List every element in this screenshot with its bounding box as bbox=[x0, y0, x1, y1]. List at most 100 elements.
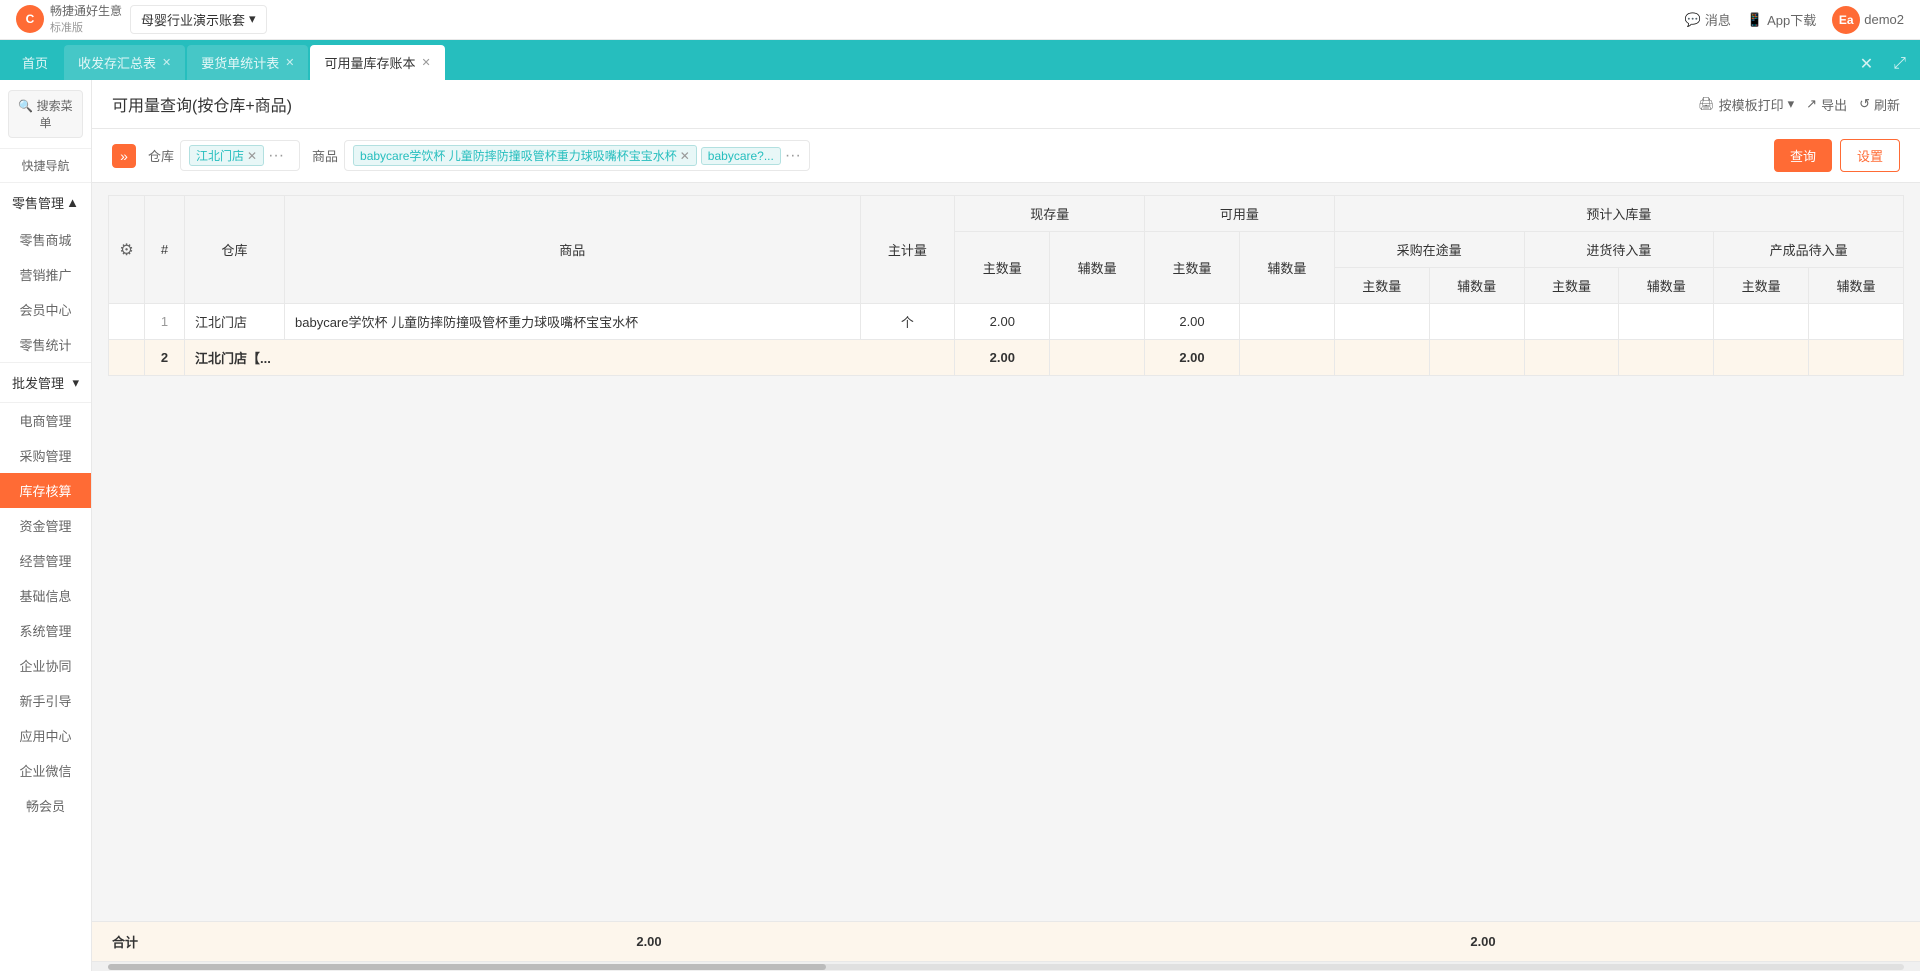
tab-yaohuodan[interactable]: 要货单统计表 ✕ bbox=[187, 45, 308, 80]
sidebar-quick-nav[interactable]: 快捷导航 bbox=[0, 149, 91, 183]
scroll-track bbox=[108, 964, 1904, 970]
sidebar-item-finance[interactable]: 资金管理 bbox=[0, 508, 91, 543]
warehouse-tag-close[interactable]: ✕ bbox=[247, 149, 257, 163]
tab-shoufacun[interactable]: 收发存汇总表 ✕ bbox=[64, 45, 185, 80]
content-area: 可用量查询(按仓库+商品) 🖨 按模板打印 ▾ ↗ 导出 ↺ 刷新 bbox=[92, 80, 1920, 971]
settings-icon[interactable]: ⚙ bbox=[119, 242, 133, 259]
product-filter-label: 商品 bbox=[312, 146, 338, 165]
sidebar-item-inventory[interactable]: 库存核算 bbox=[0, 473, 91, 508]
close-all-btn[interactable]: ✕ bbox=[1854, 52, 1879, 76]
td-stock-main-1: 2.00 bbox=[955, 304, 1050, 340]
td-fin-sub-1 bbox=[1809, 304, 1904, 340]
td-unit-1: 个 bbox=[860, 304, 955, 340]
sidebar-item-member2[interactable]: 畅会员 bbox=[0, 788, 91, 823]
footer-values: 2.00 2.00 bbox=[232, 934, 1900, 949]
app-download-btn[interactable]: 📱 App下载 bbox=[1747, 10, 1816, 29]
export-icon: ↗ bbox=[1806, 96, 1817, 112]
filter-bar: » 仓库 江北门店 ✕ ··· 商品 babycare学饮杯 儿童防摔防撞吸管杯… bbox=[92, 129, 1920, 183]
search-menu-btn[interactable]: 🔍 搜索菜单 bbox=[8, 90, 83, 138]
th-settings[interactable]: ⚙ bbox=[109, 196, 145, 304]
tab-keyongliang-close[interactable]: ✕ bbox=[422, 56, 431, 69]
product-filter-group: 商品 babycare学饮杯 儿童防摔防撞吸管杯重力球吸嘴杯宝宝水杯 ✕ bab… bbox=[312, 140, 810, 171]
print-template-btn[interactable]: 🖨 按模板打印 ▾ bbox=[1698, 95, 1794, 114]
product-more-btn[interactable]: ··· bbox=[785, 147, 801, 165]
sidebar-item-retail-promo[interactable]: 营销推广 bbox=[0, 257, 91, 292]
sidebar-item-purchase[interactable]: 采购管理 bbox=[0, 438, 91, 473]
tab-keyongliang[interactable]: 可用量库存账本 ✕ bbox=[310, 45, 444, 80]
data-table: ⚙ # 仓库 商品 主计量 现存量 可用量 预计入库量 主数量 辅数量 主数量 bbox=[108, 195, 1904, 376]
query-btn[interactable]: 查询 bbox=[1774, 139, 1832, 172]
content-header: 可用量查询(按仓库+商品) 🖨 按模板打印 ▾ ↗ 导出 ↺ 刷新 bbox=[92, 80, 1920, 129]
export-btn[interactable]: ↗ 导出 bbox=[1806, 95, 1847, 114]
logo-subtext: 标准版 bbox=[50, 19, 122, 35]
th-pur-sub: 辅数量 bbox=[1429, 268, 1524, 304]
td-avail-main-1: 2.00 bbox=[1145, 304, 1240, 340]
print-dropdown-icon: ▾ bbox=[1788, 96, 1795, 112]
td-inc-sub-1 bbox=[1619, 304, 1714, 340]
sidebar-item-retail-stats[interactable]: 零售统计 bbox=[0, 327, 91, 362]
table-row: 1 江北门店 babycare学饮杯 儿童防摔防撞吸管杯重力球吸嘴杯宝宝水杯 个… bbox=[109, 304, 1904, 340]
logo-name: 畅捷通好生意 bbox=[50, 4, 122, 18]
home-label: 首页 bbox=[22, 56, 48, 71]
expand-filter-btn[interactable]: » bbox=[112, 144, 136, 168]
print-icon: 🖨 bbox=[1698, 96, 1715, 112]
expand-icon: ▲ bbox=[66, 195, 79, 210]
setting-btn[interactable]: 设置 bbox=[1840, 139, 1900, 172]
industry-selector[interactable]: 母婴行业演示账套 ▾ bbox=[130, 5, 267, 34]
sidebar-item-system[interactable]: 系统管理 bbox=[0, 613, 91, 648]
refresh-btn[interactable]: ↺ 刷新 bbox=[1859, 95, 1900, 114]
user-avatar: Ea bbox=[1832, 6, 1860, 34]
user-area[interactable]: Ea demo2 bbox=[1832, 6, 1904, 34]
sidebar-section-retail-header[interactable]: 零售管理 ▲ bbox=[0, 183, 91, 222]
subtotal-num: 2 bbox=[145, 340, 185, 376]
sidebar-item-ecom[interactable]: 电商管理 bbox=[0, 403, 91, 438]
logo-icon: C bbox=[16, 5, 44, 33]
industry-label: 母婴行业演示账套 bbox=[141, 10, 245, 29]
content-header-actions: 🖨 按模板打印 ▾ ↗ 导出 ↺ 刷新 bbox=[1698, 95, 1900, 126]
th-planned-in: 预计入库量 bbox=[1334, 196, 1903, 232]
scroll-thumb bbox=[108, 964, 826, 970]
subtotal-stock-main: 2.00 bbox=[955, 340, 1050, 376]
logo-text-block: 畅捷通好生意 标准版 bbox=[50, 4, 122, 34]
search-icon: 🔍 bbox=[18, 99, 36, 113]
sidebar-item-operation[interactable]: 经营管理 bbox=[0, 543, 91, 578]
product-tag1: babycare学饮杯 儿童防摔防撞吸管杯重力球吸嘴杯宝宝水杯 ✕ bbox=[353, 145, 697, 166]
th-fin-main: 主数量 bbox=[1714, 268, 1809, 304]
td-settings bbox=[109, 304, 145, 340]
sidebar-item-wechat[interactable]: 企业微信 bbox=[0, 753, 91, 788]
th-stock-sub: 辅数量 bbox=[1050, 232, 1145, 304]
tab-yaohuodan-close[interactable]: ✕ bbox=[285, 56, 294, 69]
warehouse-filter-group: 仓库 江北门店 ✕ ··· bbox=[148, 140, 300, 171]
message-btn[interactable]: 💬 消息 bbox=[1685, 10, 1731, 29]
horizontal-scrollbar[interactable] bbox=[92, 961, 1920, 971]
sidebar-item-retail-mall[interactable]: 零售商城 bbox=[0, 222, 91, 257]
sidebar-item-newbie[interactable]: 新手引导 bbox=[0, 683, 91, 718]
footer-total-bar: 合计 2.00 2.00 bbox=[92, 921, 1920, 961]
td-num-1: 1 bbox=[145, 304, 185, 340]
tab-shoufacun-close[interactable]: ✕ bbox=[162, 56, 171, 69]
tab-yaohuodan-label: 要货单统计表 bbox=[201, 53, 279, 72]
sidebar-section-wholesale-header[interactable]: 批发管理 ▾ bbox=[0, 363, 91, 402]
warehouse-more-btn[interactable]: ··· bbox=[268, 147, 284, 165]
filter-actions: 查询 设置 bbox=[1774, 139, 1900, 172]
th-avail-sub: 辅数量 bbox=[1239, 232, 1334, 304]
warehouse-filter-tags[interactable]: 江北门店 ✕ ··· bbox=[180, 140, 300, 171]
sidebar-item-basic[interactable]: 基础信息 bbox=[0, 578, 91, 613]
tab-shoufacun-label: 收发存汇总表 bbox=[78, 53, 156, 72]
th-finished: 产成品待入量 bbox=[1714, 232, 1904, 268]
th-product: 商品 bbox=[285, 196, 861, 304]
th-main-unit: 主计量 bbox=[860, 196, 955, 304]
sidebar-item-member[interactable]: 会员中心 bbox=[0, 292, 91, 327]
th-pur-transit: 采购在途量 bbox=[1334, 232, 1524, 268]
th-current-stock: 现存量 bbox=[955, 196, 1145, 232]
warehouse-filter-label: 仓库 bbox=[148, 146, 174, 165]
product-tag1-close[interactable]: ✕ bbox=[680, 149, 690, 163]
nav-tabs-bar: 首页 收发存汇总表 ✕ 要货单统计表 ✕ 可用量库存账本 ✕ ✕ ⤢ bbox=[0, 40, 1920, 80]
th-row-num: # bbox=[145, 196, 185, 304]
sidebar-item-enterprise[interactable]: 企业协同 bbox=[0, 648, 91, 683]
td-pur-main-1 bbox=[1334, 304, 1429, 340]
sidebar-item-appcenter[interactable]: 应用中心 bbox=[0, 718, 91, 753]
product-filter-tags[interactable]: babycare学饮杯 儿童防摔防撞吸管杯重力球吸嘴杯宝宝水杯 ✕ babyca… bbox=[344, 140, 810, 171]
tab-home[interactable]: 首页 bbox=[8, 45, 62, 80]
maximize-btn[interactable]: ⤢ bbox=[1887, 53, 1912, 75]
